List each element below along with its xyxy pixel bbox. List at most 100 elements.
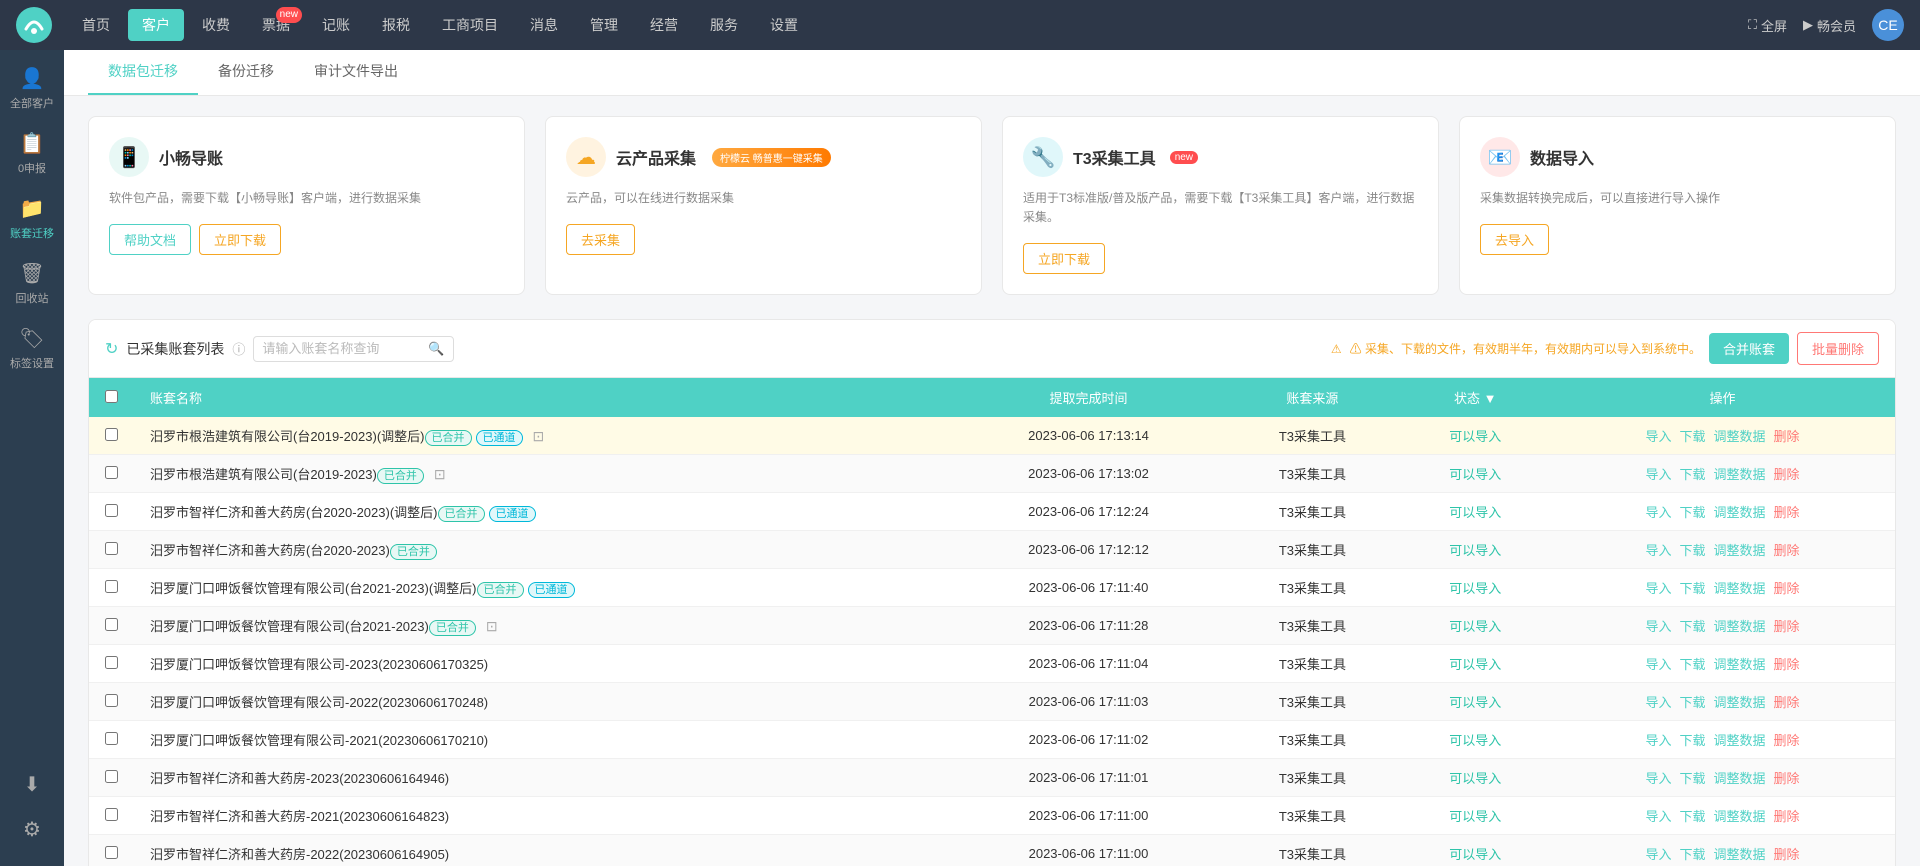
nav-customer[interactable]: 客户 bbox=[128, 9, 184, 41]
action-调整数据[interactable]: 调整数据 bbox=[1713, 467, 1765, 482]
action-下载[interactable]: 下载 bbox=[1679, 505, 1705, 520]
action-调整数据[interactable]: 调整数据 bbox=[1713, 505, 1765, 520]
tab-audit-export[interactable]: 审计文件导出 bbox=[294, 50, 418, 95]
action-导入[interactable]: 导入 bbox=[1645, 619, 1671, 634]
row-checkbox[interactable] bbox=[105, 466, 118, 479]
action-导入[interactable]: 导入 bbox=[1645, 505, 1671, 520]
nav-tax[interactable]: 报税 bbox=[368, 9, 424, 41]
member-button[interactable]: ▶ 畅会员 bbox=[1803, 16, 1856, 35]
action-删除[interactable]: 删除 bbox=[1773, 695, 1799, 710]
nav-service[interactable]: 服务 bbox=[696, 9, 752, 41]
sidebar-item-all-customers[interactable]: 👤 全部客户 bbox=[0, 58, 64, 119]
action-调整数据[interactable]: 调整数据 bbox=[1713, 771, 1765, 786]
search-input[interactable] bbox=[262, 341, 422, 356]
action-下载[interactable]: 下载 bbox=[1679, 581, 1705, 596]
action-下载[interactable]: 下载 bbox=[1679, 467, 1705, 482]
row-cloud-icon[interactable]: ⊡ bbox=[434, 466, 446, 482]
row-checkbox[interactable] bbox=[105, 618, 118, 631]
action-删除[interactable]: 删除 bbox=[1773, 467, 1799, 482]
action-下载[interactable]: 下载 bbox=[1679, 771, 1705, 786]
action-下载[interactable]: 下载 bbox=[1679, 543, 1705, 558]
sidebar-item-recycle[interactable]: 🗑 回收站 bbox=[0, 253, 64, 314]
action-删除[interactable]: 删除 bbox=[1773, 771, 1799, 786]
row-cloud-icon[interactable]: ⊡ bbox=[533, 428, 545, 444]
action-删除[interactable]: 删除 bbox=[1773, 733, 1799, 748]
sidebar-item-account-migrate[interactable]: 📁 账套迁移 bbox=[0, 188, 64, 249]
sidebar-download[interactable]: ⬇ bbox=[0, 764, 64, 805]
action-调整数据[interactable]: 调整数据 bbox=[1713, 429, 1765, 444]
row-checkbox[interactable] bbox=[105, 694, 118, 707]
sidebar-item-tags[interactable]: 🏷 标签设置 bbox=[0, 318, 64, 379]
action-删除[interactable]: 删除 bbox=[1773, 619, 1799, 634]
help-doc-button[interactable]: 帮助文档 bbox=[109, 224, 191, 255]
action-删除[interactable]: 删除 bbox=[1773, 505, 1799, 520]
tab-backup-migration[interactable]: 备份迁移 bbox=[198, 50, 294, 95]
sidebar-gear[interactable]: ⚙ bbox=[0, 809, 64, 850]
action-调整数据[interactable]: 调整数据 bbox=[1713, 581, 1765, 596]
nav-home[interactable]: 首页 bbox=[68, 9, 124, 41]
action-导入[interactable]: 导入 bbox=[1645, 543, 1671, 558]
download-now-button[interactable]: 立即下载 bbox=[199, 224, 281, 255]
sidebar-item-zero-report[interactable]: 📋 0申报 bbox=[0, 123, 64, 184]
nav-message[interactable]: 消息 bbox=[516, 9, 572, 41]
row-checkbox[interactable] bbox=[105, 732, 118, 745]
select-all-checkbox[interactable] bbox=[105, 390, 118, 403]
tab-data-migration[interactable]: 数据包迁移 bbox=[88, 50, 198, 95]
row-checkbox[interactable] bbox=[105, 846, 118, 859]
go-collect-button[interactable]: 去采集 bbox=[566, 224, 635, 255]
action-删除[interactable]: 删除 bbox=[1773, 657, 1799, 672]
action-导入[interactable]: 导入 bbox=[1645, 771, 1671, 786]
nav-settings[interactable]: 设置 bbox=[756, 9, 812, 41]
row-checkbox[interactable] bbox=[105, 504, 118, 517]
nav-business[interactable]: 工商项目 bbox=[428, 9, 512, 41]
row-checkbox[interactable] bbox=[105, 428, 118, 441]
row-checkbox[interactable] bbox=[105, 770, 118, 783]
t3-download-button[interactable]: 立即下载 bbox=[1023, 243, 1105, 274]
go-import-button[interactable]: 去导入 bbox=[1480, 224, 1549, 255]
batch-delete-button[interactable]: 批量删除 bbox=[1797, 332, 1879, 365]
nav-ticket[interactable]: 票据 new bbox=[248, 9, 304, 41]
nav-manage[interactable]: 管理 bbox=[576, 9, 632, 41]
action-导入[interactable]: 导入 bbox=[1645, 695, 1671, 710]
action-调整数据[interactable]: 调整数据 bbox=[1713, 619, 1765, 634]
row-checkbox[interactable] bbox=[105, 656, 118, 669]
action-下载[interactable]: 下载 bbox=[1679, 695, 1705, 710]
action-调整数据[interactable]: 调整数据 bbox=[1713, 809, 1765, 824]
action-导入[interactable]: 导入 bbox=[1645, 581, 1671, 596]
merge-button[interactable]: 合并账套 bbox=[1709, 333, 1789, 364]
action-调整数据[interactable]: 调整数据 bbox=[1713, 543, 1765, 558]
action-导入[interactable]: 导入 bbox=[1645, 733, 1671, 748]
row-checkbox[interactable] bbox=[105, 542, 118, 555]
nav-fee[interactable]: 收费 bbox=[188, 9, 244, 41]
action-下载[interactable]: 下载 bbox=[1679, 847, 1705, 862]
action-下载[interactable]: 下载 bbox=[1679, 733, 1705, 748]
th-status[interactable]: 状态 ▼ bbox=[1401, 378, 1550, 417]
action-导入[interactable]: 导入 bbox=[1645, 847, 1671, 862]
action-下载[interactable]: 下载 bbox=[1679, 657, 1705, 672]
nav-operate[interactable]: 经营 bbox=[636, 9, 692, 41]
nav-accounting[interactable]: 记账 bbox=[308, 9, 364, 41]
action-导入[interactable]: 导入 bbox=[1645, 467, 1671, 482]
action-导入[interactable]: 导入 bbox=[1645, 429, 1671, 444]
action-删除[interactable]: 删除 bbox=[1773, 809, 1799, 824]
action-导入[interactable]: 导入 bbox=[1645, 809, 1671, 824]
row-checkbox[interactable] bbox=[105, 580, 118, 593]
search-icon[interactable]: 🔍 bbox=[428, 341, 444, 357]
action-下载[interactable]: 下载 bbox=[1679, 619, 1705, 634]
action-调整数据[interactable]: 调整数据 bbox=[1713, 657, 1765, 672]
action-调整数据[interactable]: 调整数据 bbox=[1713, 695, 1765, 710]
refresh-icon[interactable]: ↻ bbox=[105, 339, 118, 359]
row-cloud-icon[interactable]: ⊡ bbox=[486, 618, 498, 634]
action-调整数据[interactable]: 调整数据 bbox=[1713, 733, 1765, 748]
action-下载[interactable]: 下载 bbox=[1679, 809, 1705, 824]
row-checkbox[interactable] bbox=[105, 808, 118, 821]
action-调整数据[interactable]: 调整数据 bbox=[1713, 847, 1765, 862]
action-删除[interactable]: 删除 bbox=[1773, 847, 1799, 862]
action-删除[interactable]: 删除 bbox=[1773, 543, 1799, 558]
action-下载[interactable]: 下载 bbox=[1679, 429, 1705, 444]
logo[interactable] bbox=[16, 7, 52, 43]
fullscreen-button[interactable]: ⛶ 全屏 bbox=[1748, 16, 1787, 35]
action-导入[interactable]: 导入 bbox=[1645, 657, 1671, 672]
avatar[interactable]: CE bbox=[1872, 9, 1904, 41]
action-删除[interactable]: 删除 bbox=[1773, 581, 1799, 596]
